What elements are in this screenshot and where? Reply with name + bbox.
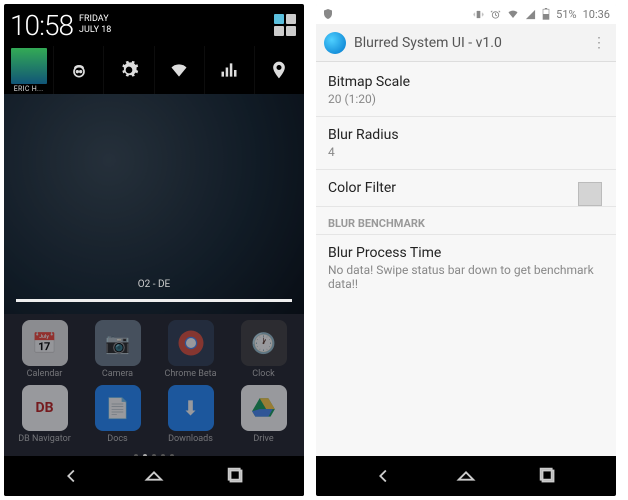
date: FRIDAY JULY 18 <box>79 14 111 36</box>
battery-icon <box>542 8 550 20</box>
day-label: FRIDAY <box>79 14 111 25</box>
avatar <box>11 48 47 84</box>
wifi-icon <box>169 60 189 80</box>
notification-shade[interactable]: O2 - DE <box>4 94 304 314</box>
navigation-bar <box>4 456 304 496</box>
app-row: 📅Calendar 📷Camera Chrome Beta 🕐Clock <box>8 320 300 379</box>
app-camera[interactable]: 📷Camera <box>86 320 150 379</box>
pref-value: 20 (1:20) <box>328 92 604 106</box>
nav-home-button[interactable] <box>143 465 165 487</box>
signal-icon <box>219 60 239 80</box>
pref-title: Bitmap Scale <box>328 74 604 90</box>
signal-icon <box>525 9 536 20</box>
cyanogen-icon <box>69 60 89 80</box>
status-bar: 51% 10:36 <box>316 4 616 24</box>
clock: 10:58 <box>10 9 73 42</box>
pref-color-filter[interactable]: Color Filter <box>316 170 616 207</box>
app-chrome-beta[interactable]: Chrome Beta <box>159 320 223 379</box>
qs-signal-tile[interactable] <box>205 46 255 94</box>
nav-recents-button[interactable] <box>225 465 247 487</box>
qs-wifi-tile[interactable] <box>155 46 205 94</box>
location-icon <box>269 60 289 80</box>
quick-settings-row: ERIC H... <box>4 46 304 94</box>
qs-location-tile[interactable] <box>255 46 304 94</box>
qs-cyanogen-tile[interactable] <box>54 46 104 94</box>
nav-back-button[interactable] <box>373 465 395 487</box>
settings-list: Bitmap Scale 20 (1:20) Blur Radius 4 Col… <box>316 62 616 456</box>
app-clock[interactable]: 🕐Clock <box>232 320 296 379</box>
nav-recents-button[interactable] <box>537 465 559 487</box>
navigation-bar <box>316 456 616 496</box>
app-db-navigator[interactable]: DBDB Navigator <box>13 385 77 444</box>
pref-title: Blur Radius <box>328 127 604 143</box>
phone-right: 51% 10:36 Blurred System UI - v1.0 ⋮ Bit… <box>316 4 616 496</box>
app-drive[interactable]: Drive <box>232 385 296 444</box>
alarm-icon <box>490 9 501 20</box>
pref-title: Color Filter <box>328 180 604 196</box>
shade-handle[interactable] <box>16 299 292 302</box>
action-bar: Blurred System UI - v1.0 ⋮ <box>316 24 616 62</box>
carrier-label: O2 - DE <box>4 279 304 290</box>
pref-blur-process-time[interactable]: Blur Process Time No data! Swipe status … <box>316 235 616 301</box>
wifi-icon <box>507 8 519 20</box>
pref-bitmap-scale[interactable]: Bitmap Scale 20 (1:20) <box>316 64 616 117</box>
vibrate-icon <box>473 9 484 20</box>
status-bar: 10:58 FRIDAY JULY 18 <box>4 4 304 46</box>
battery-percent: 51% <box>556 8 576 21</box>
qs-label: ERIC H... <box>14 85 44 93</box>
status-time: 10:36 <box>583 8 610 21</box>
pref-title: Blur Process Time <box>328 245 604 261</box>
pref-blur-radius[interactable]: Blur Radius 4 <box>316 117 616 170</box>
home-screen: 📅Calendar 📷Camera Chrome Beta 🕐Clock DBD… <box>4 314 304 462</box>
pref-value: No data! Swipe status bar down to get be… <box>328 263 604 291</box>
phone-left: 10:58 FRIDAY JULY 18 ERIC H... <box>4 4 304 496</box>
app-calendar[interactable]: 📅Calendar <box>13 320 77 379</box>
app-docs[interactable]: 📄Docs <box>86 385 150 444</box>
date-label: JULY 18 <box>79 25 111 36</box>
shield-icon <box>322 8 334 20</box>
app-downloads[interactable]: ⬇Downloads <box>159 385 223 444</box>
quick-settings-toggle-icon[interactable] <box>274 14 296 36</box>
app-row: DBDB Navigator 📄Docs ⬇Downloads Drive <box>8 385 300 444</box>
gear-icon <box>119 60 139 80</box>
qs-settings-tile[interactable] <box>104 46 154 94</box>
pref-value: 4 <box>328 145 604 159</box>
nav-home-button[interactable] <box>455 465 477 487</box>
section-header: BLUR BENCHMARK <box>316 207 616 235</box>
color-swatch[interactable] <box>578 182 602 206</box>
overflow-menu-icon[interactable]: ⋮ <box>592 35 608 51</box>
qs-user-tile[interactable]: ERIC H... <box>4 46 54 94</box>
nav-back-button[interactable] <box>61 465 83 487</box>
app-logo-icon <box>324 32 346 54</box>
app-title: Blurred System UI - v1.0 <box>354 35 502 51</box>
